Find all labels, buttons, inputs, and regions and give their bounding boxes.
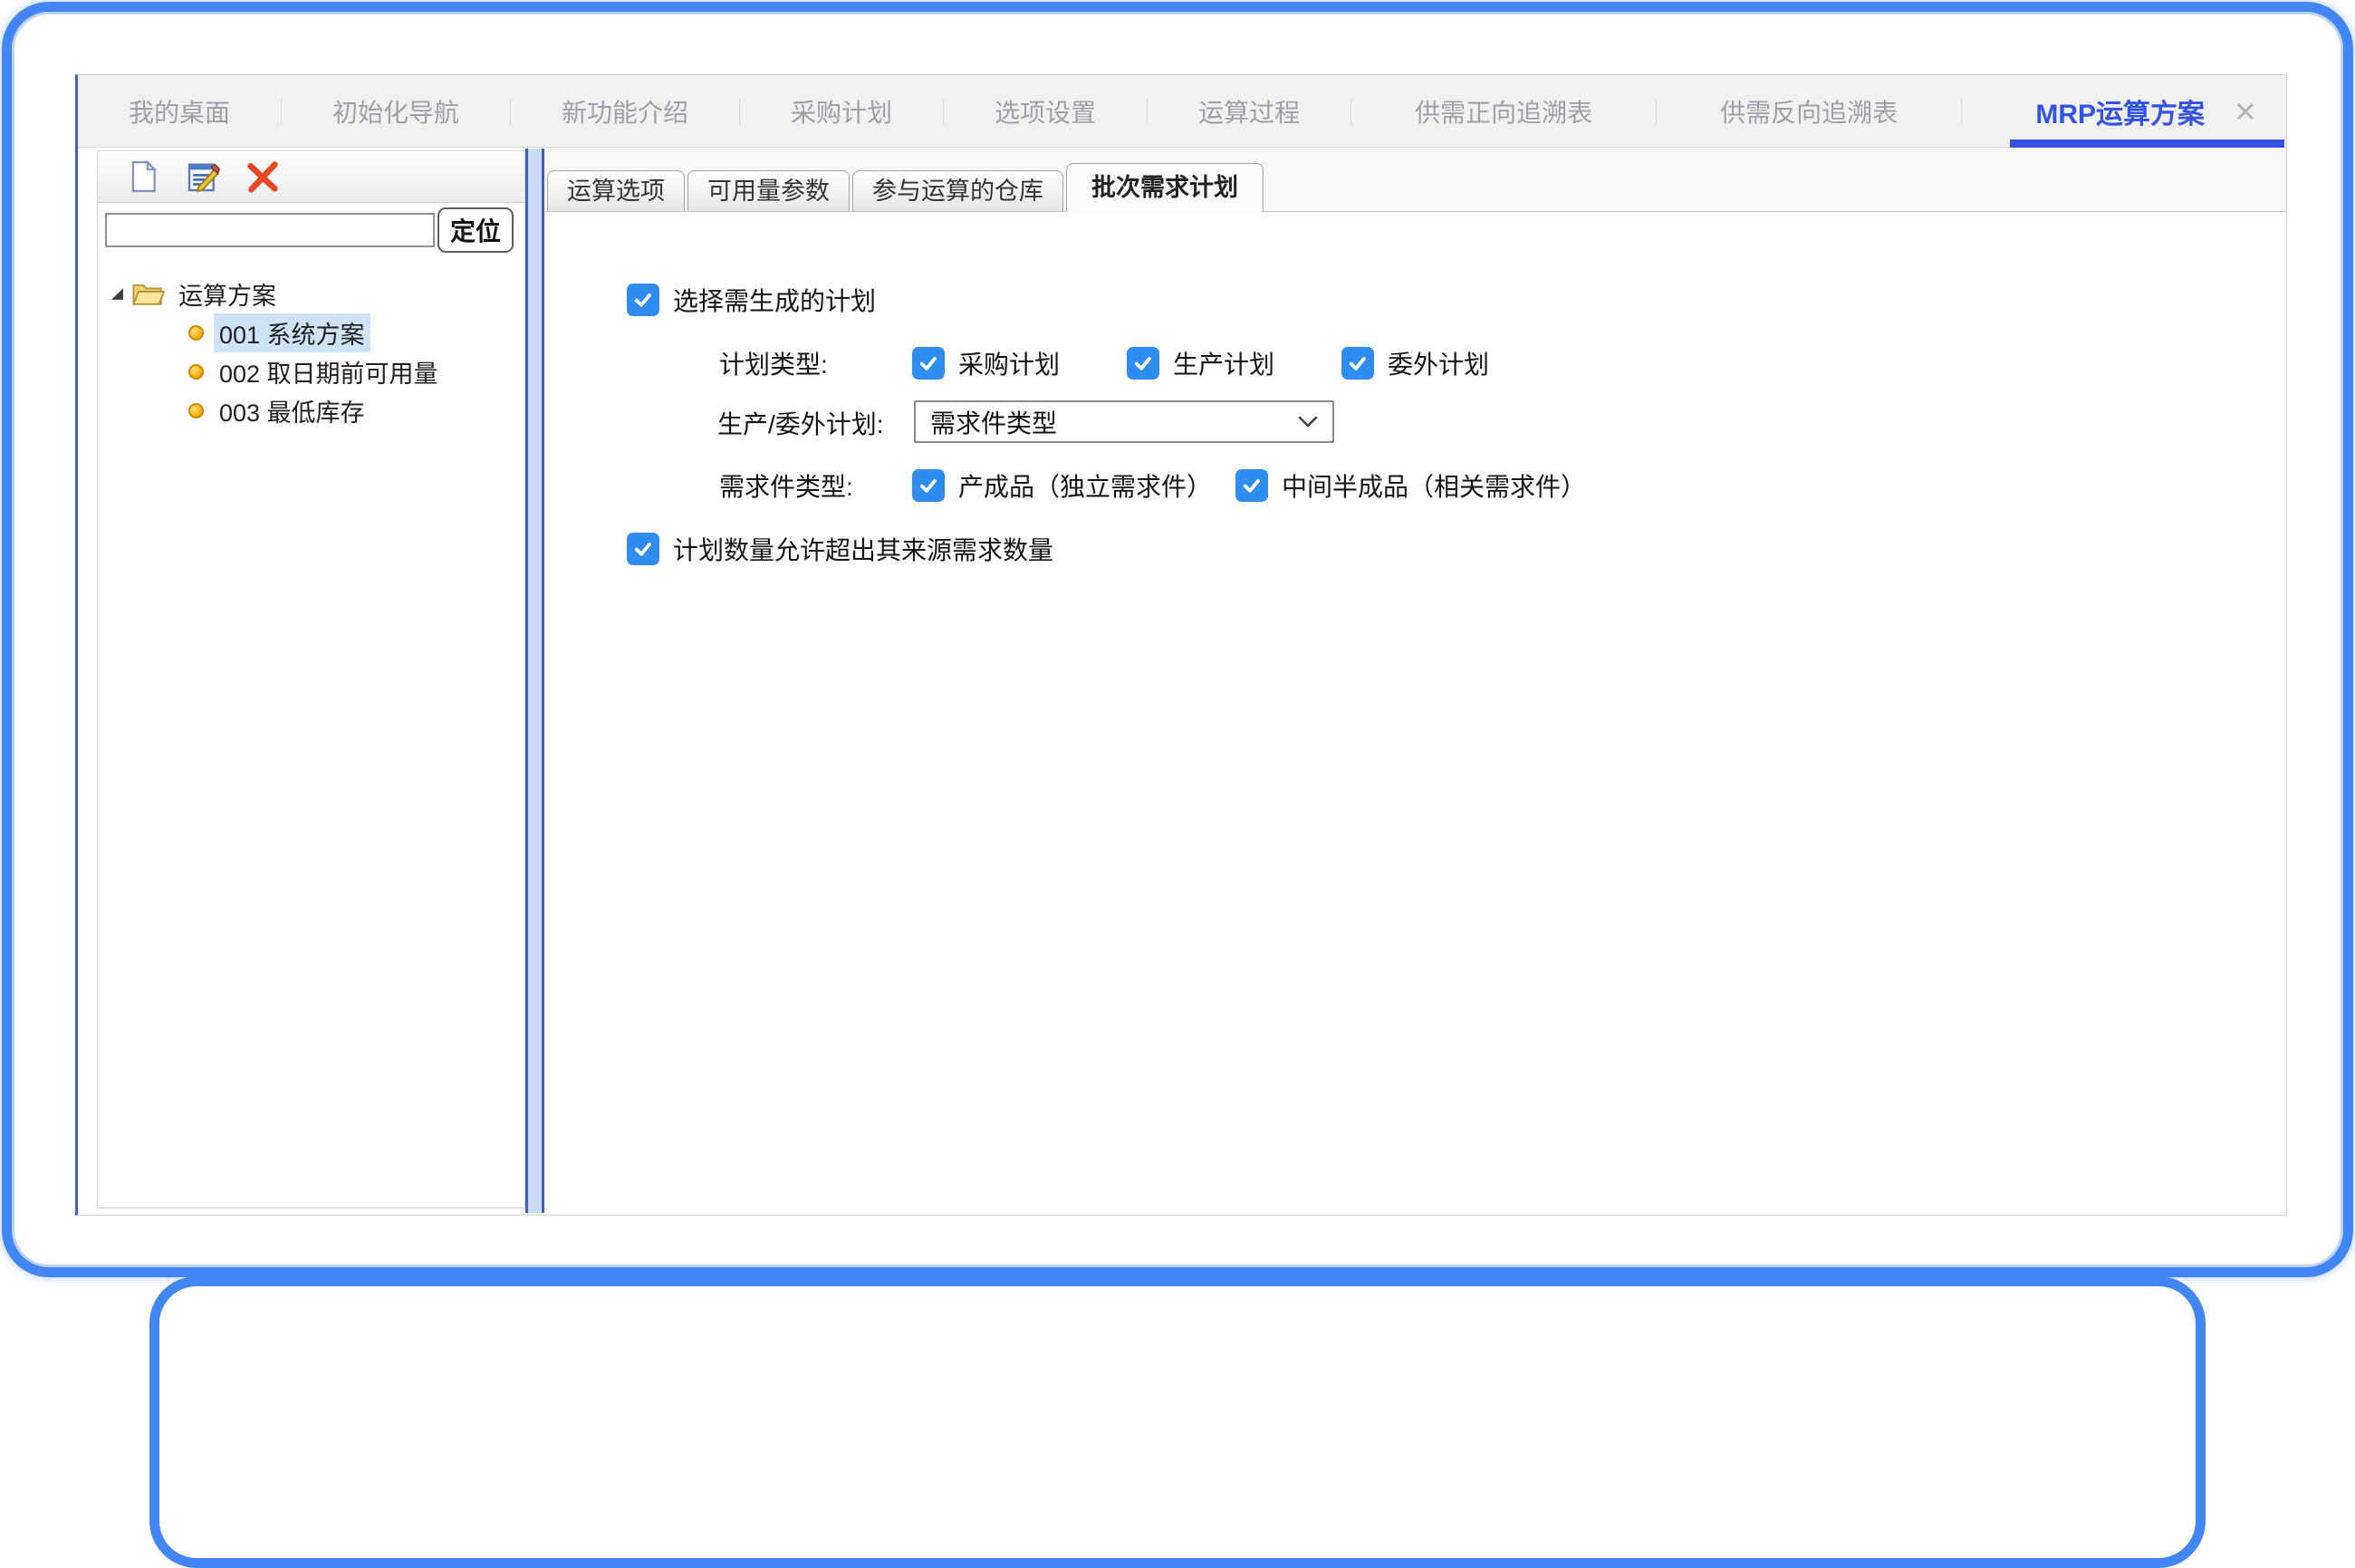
tree-search-row: 定位 (98, 203, 524, 263)
prod-outsource-plan-label: 生产/委外计划: (717, 405, 884, 441)
plan-type-label: 计划类型: (719, 345, 828, 381)
checkbox-checked-icon[interactable] (627, 284, 659, 316)
checkbox-checked-icon[interactable] (912, 469, 945, 502)
demand-type-label: 需求件类型: (719, 467, 853, 504)
tree-node-scheme-001[interactable]: 001 系统方案 (98, 313, 524, 352)
tab-supply-forward-trace[interactable]: 供需正向追溯表 (1351, 93, 1656, 130)
production-plan-label: 生产计划 (1173, 345, 1274, 381)
tree-root-label: 运算方案 (173, 274, 282, 313)
finished-product-label: 产成品（独立需求件） (958, 467, 1212, 504)
delete-icon[interactable] (245, 159, 281, 195)
checkbox-checked-icon[interactable] (627, 533, 659, 565)
tab-mrp-plan-active[interactable]: MRP运算方案 (1977, 75, 2286, 147)
close-tab-icon[interactable] (2232, 98, 2259, 125)
allow-exceed-label: 计划数量允许超出其来源需求数量 (673, 531, 1053, 567)
allow-exceed-row: 计划数量允许超出其来源需求数量 (627, 529, 1053, 569)
subtab-available-params[interactable]: 可用量参数 (687, 170, 850, 211)
tree-item-label-selected: 001 系统方案 (214, 313, 370, 352)
allow-exceed-checkbox[interactable]: 计划数量允许超出其来源需求数量 (627, 531, 1053, 567)
scheme-bullet-icon (188, 403, 204, 418)
finished-product-checkbox[interactable]: 产成品（独立需求件） (912, 466, 1212, 505)
panel-splitter[interactable] (525, 149, 544, 1213)
subtab-warehouses[interactable]: 参与运算的仓库 (852, 170, 1063, 211)
checkbox-checked-icon[interactable] (912, 347, 945, 380)
scheme-tree: 运算方案 001 系统方案 002 取日期前可用量 003 最低库存 (98, 263, 524, 430)
tree-node-scheme-003[interactable]: 003 最低库存 (98, 391, 524, 430)
outsourcing-plan-checkbox[interactable]: 委外计划 (1341, 343, 1489, 383)
subtab-calc-options[interactable]: 运算选项 (547, 170, 685, 211)
checkbox-checked-icon[interactable] (1127, 347, 1159, 380)
expander-icon[interactable] (111, 287, 124, 301)
semi-finished-checkbox[interactable]: 中间半成品（相关需求件） (1235, 466, 1586, 505)
tab-purchase-plan[interactable]: 采购计划 (740, 93, 943, 130)
select-plans-checkbox-group[interactable]: 选择需生成的计划 (627, 282, 876, 318)
tree-node-scheme-002[interactable]: 002 取日期前可用量 (98, 352, 524, 391)
main-panel: 运算选项 可用量参数 参与运算的仓库 批次需求计划 选择需生成的计划 计划类型:… (544, 150, 2286, 1215)
tab-my-desktop[interactable]: 我的桌面 (78, 93, 281, 130)
outsourcing-plan-label: 委外计划 (1388, 345, 1489, 381)
scheme-bullet-icon (188, 325, 204, 341)
tab-supply-backward-trace[interactable]: 供需反向追溯表 (1657, 93, 1961, 130)
tab-calc-process[interactable]: 运算过程 (1148, 93, 1351, 130)
select-plans-row: 选择需生成的计划 (627, 280, 876, 320)
tree-node-root[interactable]: 运算方案 (98, 274, 524, 313)
subtab-batch-demand-plan[interactable]: 批次需求计划 (1066, 163, 1264, 212)
tab-new-features[interactable]: 新功能介绍 (511, 93, 739, 130)
tab-divider (1961, 98, 1962, 125)
chevron-down-icon (1298, 416, 1318, 428)
demand-type-row: 需求件类型: 产成品（独立需求件） 中间半成品（相关需求件） (544, 466, 2286, 505)
edit-document-icon[interactable] (185, 159, 221, 195)
locate-button[interactable]: 定位 (437, 207, 514, 253)
tree-item-label: 002 取日期前可用量 (214, 352, 444, 391)
sub-tab-strip: 运算选项 可用量参数 参与运算的仓库 批次需求计划 (544, 150, 2286, 212)
semi-finished-label: 中间半成品（相关需求件） (1282, 467, 1586, 504)
prod-outsource-label-row: 生产/委外计划: (717, 403, 884, 443)
demand-item-type-select[interactable]: 需求件类型 (914, 400, 1334, 443)
search-input[interactable] (105, 213, 435, 247)
checkbox-checked-icon[interactable] (1341, 347, 1374, 380)
active-tab-label: MRP运算方案 (2035, 91, 2205, 131)
production-plan-checkbox[interactable]: 生产计划 (1127, 343, 1274, 383)
sidebar-toolbar (98, 151, 524, 203)
checkbox-checked-icon[interactable] (1235, 469, 1268, 502)
document-tab-bar: 我的桌面 初始化导航 新功能介绍 采购计划 选项设置 运算过程 供需正向追溯表 … (78, 75, 2286, 148)
select-value: 需求件类型 (930, 404, 1057, 440)
plan-type-row: 计划类型: 采购计划 生产计划 委外计划 (544, 343, 2286, 383)
tab-init-navigation[interactable]: 初始化导航 (282, 93, 510, 130)
scheme-bullet-icon (188, 364, 204, 380)
scheme-sidebar: 定位 运算方案 001 系统方案 0 (97, 150, 525, 1208)
app-window: 我的桌面 初始化导航 新功能介绍 采购计划 选项设置 运算过程 供需正向追溯表 … (75, 74, 2287, 1216)
purchase-plan-label: 采购计划 (958, 345, 1060, 381)
tab-option-settings[interactable]: 选项设置 (944, 93, 1147, 130)
background-window-frame (149, 1276, 2206, 1568)
purchase-plan-checkbox[interactable]: 采购计划 (912, 343, 1060, 383)
tree-item-label: 003 最低库存 (214, 391, 370, 430)
new-document-icon[interactable] (125, 159, 161, 195)
folder-open-icon (132, 280, 165, 307)
select-plans-label: 选择需生成的计划 (673, 282, 876, 318)
